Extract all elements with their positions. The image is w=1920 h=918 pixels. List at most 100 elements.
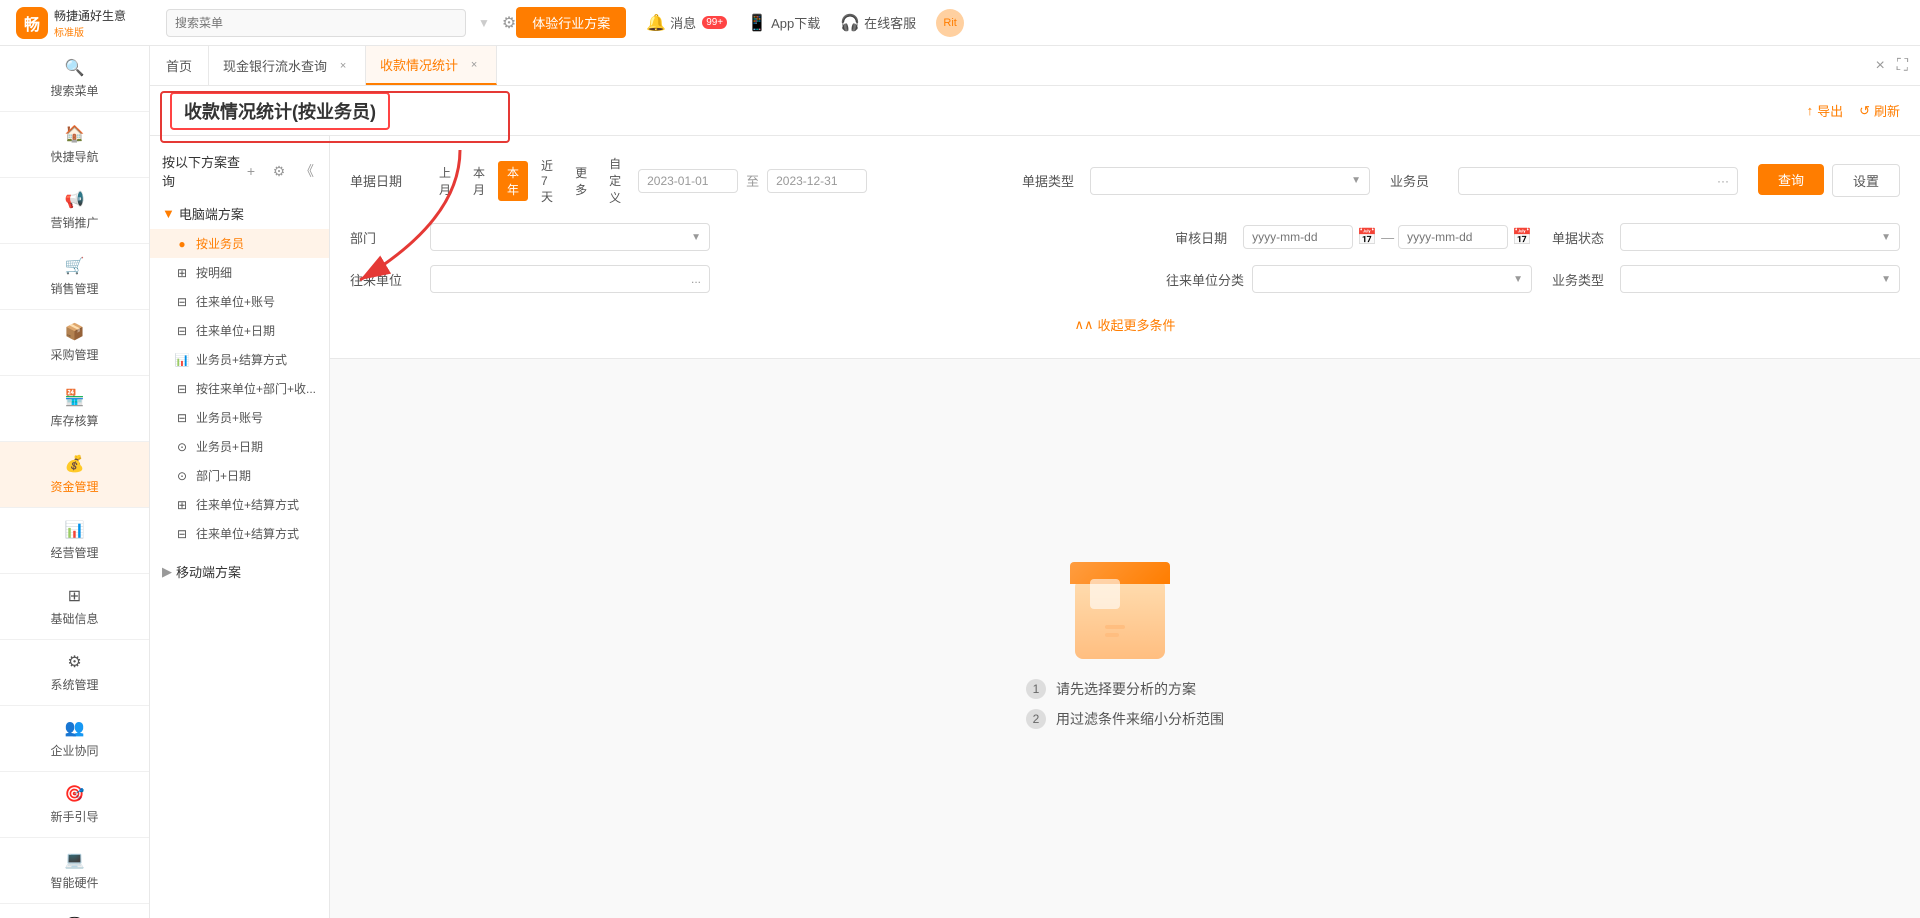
tree-item-10[interactable]: ⊟ 往来单位+结算方式 bbox=[150, 519, 329, 548]
biz-type-label: 业务类型 bbox=[1552, 270, 1612, 289]
doc-status-label: 单据状态 bbox=[1552, 228, 1612, 247]
partner-category-select[interactable]: ▼ bbox=[1252, 265, 1532, 293]
review-date-to[interactable] bbox=[1398, 225, 1508, 249]
tab-bank-flow[interactable]: 现金银行流水查询 × bbox=[209, 46, 366, 85]
sidebar-item-wechat[interactable]: 💬 企业微信 bbox=[0, 904, 149, 918]
sidebar-item-hardware[interactable]: 💻 智能硬件 bbox=[0, 838, 149, 904]
tab-close-collection-stats[interactable]: × bbox=[466, 57, 482, 73]
sidebar-label-sales: 销售管理 bbox=[50, 280, 98, 297]
doc-status-select[interactable]: ▼ bbox=[1620, 223, 1900, 251]
date-to-input[interactable] bbox=[767, 169, 867, 193]
date-tab-last-month[interactable]: 上月 bbox=[430, 161, 460, 201]
tree-item-6[interactable]: ⊟ 业务员+账号 bbox=[150, 403, 329, 432]
empty-box-line1 bbox=[1105, 625, 1125, 629]
sidebar-item-quicknav[interactable]: 🏠 快捷导航 bbox=[0, 112, 149, 178]
salesman-label: 业务员 bbox=[1390, 171, 1450, 190]
review-date-label: 审核日期 bbox=[1175, 228, 1235, 247]
tree-item-9[interactable]: ⊞ 往来单位+结算方式 bbox=[150, 490, 329, 519]
tree-item-2[interactable]: ⊟ 往来单位+账号 bbox=[150, 287, 329, 316]
settings-icon-btn[interactable]: ⚙ bbox=[502, 13, 516, 33]
main-layout: 🔍 搜索菜单 🏠 快捷导航 📢 营销推广 🛒 销售管理 📦 采购管理 🏪 库存核… bbox=[0, 46, 1920, 918]
chevron-up-icon: ∧∧ bbox=[1074, 317, 1093, 333]
date-tab-more[interactable]: 更多 bbox=[566, 161, 596, 201]
dept-label: 部门 bbox=[350, 228, 410, 247]
doc-type-select[interactable]: ▼ bbox=[1090, 167, 1370, 195]
filter-row-1: 单据日期 上月 本月 本年 近7天 更多 自定义 至 bbox=[350, 152, 1900, 209]
tab-collection-stats[interactable]: 收款情况统计 × bbox=[366, 46, 497, 85]
tab-close-bank-flow[interactable]: × bbox=[335, 58, 351, 74]
tree-item-icon-8: ⊙ bbox=[174, 468, 190, 484]
tree-item-5[interactable]: ⊟ 按往来单位+部门+收... bbox=[150, 374, 329, 403]
top-search-dropdown[interactable]: ▼ bbox=[478, 16, 490, 30]
calendar-icon-to[interactable]: 📅 bbox=[1512, 227, 1532, 247]
tree-item-icon-4: 📊 bbox=[174, 352, 190, 368]
scheme-settings-btn[interactable]: ⚙ bbox=[269, 161, 289, 181]
tab-bar-expand-icon[interactable]: ⛶ bbox=[1897, 57, 1908, 75]
doc-type-dropdown-icon: ▼ bbox=[1351, 175, 1361, 186]
salesman-more-icon: ··· bbox=[1717, 174, 1729, 188]
empty-box-line2 bbox=[1105, 633, 1119, 637]
sidebar-item-inventory[interactable]: 🏪 库存核算 bbox=[0, 376, 149, 442]
sidebar-item-collab[interactable]: 👥 企业协同 bbox=[0, 706, 149, 772]
notification-btn[interactable]: 🔔 消息 99+ bbox=[646, 13, 727, 33]
date-tab-this-year[interactable]: 本年 bbox=[498, 161, 528, 201]
sidebar-item-search[interactable]: 🔍 搜索菜单 bbox=[0, 46, 149, 112]
online-support-label: 在线客服 bbox=[864, 13, 916, 32]
calendar-icon-from[interactable]: 📅 bbox=[1357, 227, 1377, 247]
date-from-input[interactable] bbox=[638, 169, 738, 193]
biz-type-select[interactable]: ▼ bbox=[1620, 265, 1900, 293]
sidebar-item-system[interactable]: ⚙ 系统管理 bbox=[0, 640, 149, 706]
tree-section-desktop[interactable]: ▼ 电脑端方案 bbox=[150, 198, 329, 229]
salesman-select[interactable]: ··· bbox=[1458, 167, 1738, 195]
app-download-btn[interactable]: 📱 App下载 bbox=[747, 13, 820, 33]
sidebar-label-purchase: 采购管理 bbox=[50, 346, 98, 363]
page-header-actions: ↑ 导出 ↺ 刷新 bbox=[1807, 101, 1900, 120]
partner-more-icon: ... bbox=[691, 272, 701, 286]
refresh-button[interactable]: ↺ 刷新 bbox=[1859, 101, 1900, 120]
tree-item-0[interactable]: ● 按业务员 bbox=[150, 229, 329, 258]
search-icon: 🔍 bbox=[65, 58, 85, 78]
date-tab-this-month[interactable]: 本月 bbox=[464, 161, 494, 201]
tree-item-8[interactable]: ⊙ 部门+日期 bbox=[150, 461, 329, 490]
tree-item-4[interactable]: 📊 业务员+结算方式 bbox=[150, 345, 329, 374]
settings-button[interactable]: 设置 bbox=[1832, 164, 1900, 197]
sidebar-item-guide[interactable]: 🎯 新手引导 bbox=[0, 772, 149, 838]
filter-row-2: 部门 ▼ 审核日期 📅 — bbox=[350, 223, 1900, 251]
trial-button[interactable]: 体验行业方案 bbox=[516, 7, 626, 38]
add-scheme-btn[interactable]: + bbox=[241, 161, 261, 181]
date-tab-7days[interactable]: 近7天 bbox=[532, 154, 562, 208]
tree-section-mobile[interactable]: ▶ 移动端方案 bbox=[150, 556, 329, 587]
sidebar-item-finance[interactable]: 💰 资金管理 bbox=[0, 442, 149, 508]
tree-item-3[interactable]: ⊟ 往来单位+日期 bbox=[150, 316, 329, 345]
content-area: 首页 现金银行流水查询 × 收款情况统计 × × ⛶ 收款情况统计(按业务员) bbox=[150, 46, 1920, 918]
tree-item-label-0: 按业务员 bbox=[196, 235, 244, 252]
tree-item-1[interactable]: ⊞ 按明细 bbox=[150, 258, 329, 287]
tab-bar-close-icon[interactable]: × bbox=[1875, 57, 1884, 75]
review-date-from[interactable] bbox=[1243, 225, 1353, 249]
sidebar-item-purchase[interactable]: 📦 采购管理 bbox=[0, 310, 149, 376]
sidebar-item-marketing[interactable]: 📢 营销推广 bbox=[0, 178, 149, 244]
online-support-btn[interactable]: 🎧 在线客服 bbox=[840, 13, 916, 33]
date-control: 上月 本月 本年 近7天 更多 自定义 至 bbox=[430, 152, 867, 209]
management-icon: 📊 bbox=[65, 520, 85, 540]
collapse-panel-btn[interactable]: 《 bbox=[297, 161, 317, 181]
tree-item-label-2: 往来单位+账号 bbox=[196, 293, 275, 310]
tab-home[interactable]: 首页 bbox=[150, 46, 209, 85]
collapse-filter-btn[interactable]: ∧∧ 收起更多条件 bbox=[350, 307, 1900, 342]
sidebar-item-basic-info[interactable]: ⊞ 基础信息 bbox=[0, 574, 149, 640]
sidebar-item-sales[interactable]: 🛒 销售管理 bbox=[0, 244, 149, 310]
tree-item-7[interactable]: ⊙ 业务员+日期 bbox=[150, 432, 329, 461]
content-body: 按以下方案查询 + ⚙ 《 ▼ bbox=[150, 136, 1920, 918]
dept-select[interactable]: ▼ bbox=[430, 223, 710, 251]
logo-text: 畅捷通好生意 标准版 bbox=[54, 7, 126, 39]
top-search-input[interactable] bbox=[166, 9, 466, 37]
user-avatar[interactable]: Rit bbox=[936, 9, 964, 37]
export-button[interactable]: ↑ 导出 bbox=[1807, 101, 1844, 120]
sidebar-item-management[interactable]: 📊 经营管理 bbox=[0, 508, 149, 574]
partner-select[interactable]: ... bbox=[430, 265, 710, 293]
query-button[interactable]: 查询 bbox=[1758, 164, 1824, 195]
logo-area: 畅 畅捷通好生意 标准版 bbox=[16, 7, 166, 39]
date-tab-custom[interactable]: 自定义 bbox=[600, 152, 630, 209]
tree-item-label-7: 业务员+日期 bbox=[196, 438, 263, 455]
tab-bar: 首页 现金银行流水查询 × 收款情况统计 × × ⛶ bbox=[150, 46, 1920, 86]
